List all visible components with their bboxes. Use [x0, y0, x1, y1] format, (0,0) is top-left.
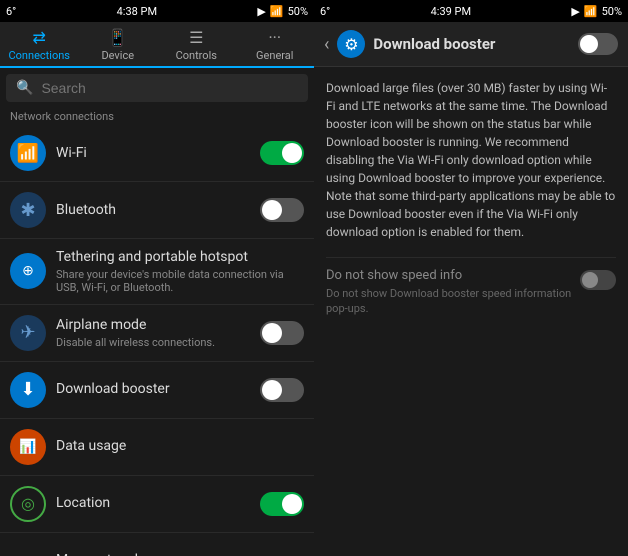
- download-booster-gear-icon: ⚙: [337, 30, 365, 58]
- speed-info-title: Do not show speed info: [326, 268, 572, 283]
- general-icon: ···: [268, 28, 281, 47]
- airplane-icon: ✈: [10, 315, 46, 351]
- right-status-bar: 6° 4:39 PM ▶ 📶 50%: [314, 0, 628, 22]
- data-usage-title: Data usage: [56, 438, 304, 455]
- menu-item-download-booster[interactable]: ⬇ Download booster: [0, 362, 314, 419]
- location-icon: ◎: [10, 486, 46, 522]
- speed-info-toggle-knob: [582, 272, 598, 288]
- left-time: 4:38 PM: [117, 5, 157, 18]
- tethering-subtitle: Share your device's mobile data connecti…: [56, 268, 304, 294]
- left-status-bar: 6° 4:38 PM ▶ 📶 50%: [0, 0, 314, 22]
- bluetooth-toggle[interactable]: [260, 198, 304, 222]
- location-toggle-knob: [282, 494, 302, 514]
- search-bar[interactable]: 🔍: [6, 74, 308, 102]
- menu-item-airplane[interactable]: ✈ Airplane mode Disable all wireless con…: [0, 305, 314, 362]
- menu-item-location[interactable]: ◎ Location: [0, 476, 314, 533]
- download-booster-main-toggle-knob: [580, 35, 598, 53]
- menu-item-data-usage[interactable]: 📊 Data usage: [0, 419, 314, 476]
- bluetooth-title: Bluetooth: [56, 202, 260, 219]
- battery-text: 50%: [288, 5, 308, 18]
- download-booster-text: Download booster: [56, 381, 260, 398]
- airplane-toggle-knob: [262, 323, 282, 343]
- menu-item-wifi[interactable]: 📶 Wi-Fi: [0, 125, 314, 182]
- tab-connections-label: Connections: [9, 49, 70, 62]
- speed-info-toggle[interactable]: [580, 270, 616, 290]
- do-not-show-speed-row[interactable]: Do not show speed info Do not show Downl…: [326, 257, 616, 327]
- back-button[interactable]: ‹: [324, 34, 329, 55]
- left-panel: 6° 4:38 PM ▶ 📶 50% ⇄ Connections 📱 Devic…: [0, 0, 314, 556]
- airplane-title: Airplane mode: [56, 317, 260, 334]
- left-carrier: 6°: [6, 5, 16, 18]
- search-input[interactable]: [41, 80, 298, 96]
- wifi-toggle-knob: [282, 143, 302, 163]
- controls-icon: ☰: [189, 28, 203, 47]
- gear-icon: ⚙: [344, 35, 358, 54]
- tethering-text: Tethering and portable hotspot Share you…: [56, 249, 304, 294]
- airplane-toggle[interactable]: [260, 321, 304, 345]
- right-panel: 6° 4:39 PM ▶ 📶 50% ‹ ⚙ Download booster …: [314, 0, 628, 556]
- menu-item-bluetooth[interactable]: ✱ Bluetooth: [0, 182, 314, 239]
- tab-device[interactable]: 📱 Device: [79, 22, 158, 66]
- download-booster-toggle[interactable]: [260, 378, 304, 402]
- right-content: Download large files (over 30 MB) faster…: [314, 67, 628, 556]
- connections-icon: ⇄: [33, 28, 46, 47]
- location-title: Location: [56, 495, 260, 512]
- tab-device-label: Device: [101, 49, 134, 62]
- wifi-toggle[interactable]: [260, 141, 304, 165]
- airplane-subtitle: Disable all wireless connections.: [56, 336, 260, 349]
- menu-item-tethering[interactable]: ⊕ Tethering and portable hotspot Share y…: [0, 239, 314, 305]
- speed-info-subtitle: Do not show Download booster speed infor…: [326, 286, 572, 317]
- speed-info-text: Do not show speed info Do not show Downl…: [326, 268, 572, 317]
- wifi-icon: 📶: [10, 135, 46, 171]
- right-header: ‹ ⚙ Download booster: [314, 22, 628, 67]
- bluetooth-toggle-knob: [262, 200, 282, 220]
- right-header-title: Download booster: [373, 35, 570, 53]
- download-booster-icon: ⬇: [10, 372, 46, 408]
- tab-general[interactable]: ··· General: [236, 22, 315, 66]
- right-battery: 50%: [602, 5, 622, 18]
- right-carrier: 6°: [320, 5, 330, 18]
- more-networks-title: More networks: [56, 552, 304, 556]
- tethering-icon: ⊕: [10, 253, 46, 289]
- wifi-text: Wi-Fi: [56, 145, 260, 162]
- right-signal-icon: ▶: [571, 5, 579, 18]
- download-booster-title: Download booster: [56, 381, 260, 398]
- device-icon: 📱: [108, 28, 128, 47]
- data-usage-icon: 📊: [10, 429, 46, 465]
- right-time: 4:39 PM: [431, 5, 471, 18]
- search-icon: 🔍: [16, 80, 33, 96]
- tab-bar: ⇄ Connections 📱 Device ☰ Controls ··· Ge…: [0, 22, 314, 68]
- right-status-icons: ▶ 📶 50%: [571, 5, 622, 18]
- tab-connections[interactable]: ⇄ Connections: [0, 22, 79, 68]
- tab-general-label: General: [256, 49, 293, 62]
- network-connections-header: Network connections: [0, 104, 314, 125]
- menu-items-list: 📶 Wi-Fi ✱ Bluetooth ⊕ Tethering and port…: [0, 125, 314, 556]
- location-text: Location: [56, 495, 260, 512]
- tethering-title: Tethering and portable hotspot: [56, 249, 304, 266]
- download-booster-main-toggle[interactable]: [578, 33, 618, 55]
- data-usage-text: Data usage: [56, 438, 304, 455]
- location-toggle[interactable]: [260, 492, 304, 516]
- download-booster-description: Download large files (over 30 MB) faster…: [326, 79, 616, 241]
- right-wifi-icon: 📶: [584, 5, 598, 18]
- download-booster-toggle-knob: [262, 380, 282, 400]
- airplane-text: Airplane mode Disable all wireless conne…: [56, 317, 260, 349]
- tab-controls[interactable]: ☰ Controls: [157, 22, 236, 66]
- wifi-title: Wi-Fi: [56, 145, 260, 162]
- bluetooth-text: Bluetooth: [56, 202, 260, 219]
- menu-item-more-networks[interactable]: ··· More networks: [0, 533, 314, 556]
- bluetooth-icon: ✱: [10, 192, 46, 228]
- more-networks-icon: ···: [10, 543, 46, 556]
- tab-controls-label: Controls: [176, 49, 217, 62]
- left-status-icons: ▶ 📶 50%: [257, 5, 308, 18]
- signal-icon: ▶: [257, 5, 265, 18]
- wifi-status-icon: 📶: [270, 5, 284, 18]
- more-networks-text: More networks: [56, 552, 304, 556]
